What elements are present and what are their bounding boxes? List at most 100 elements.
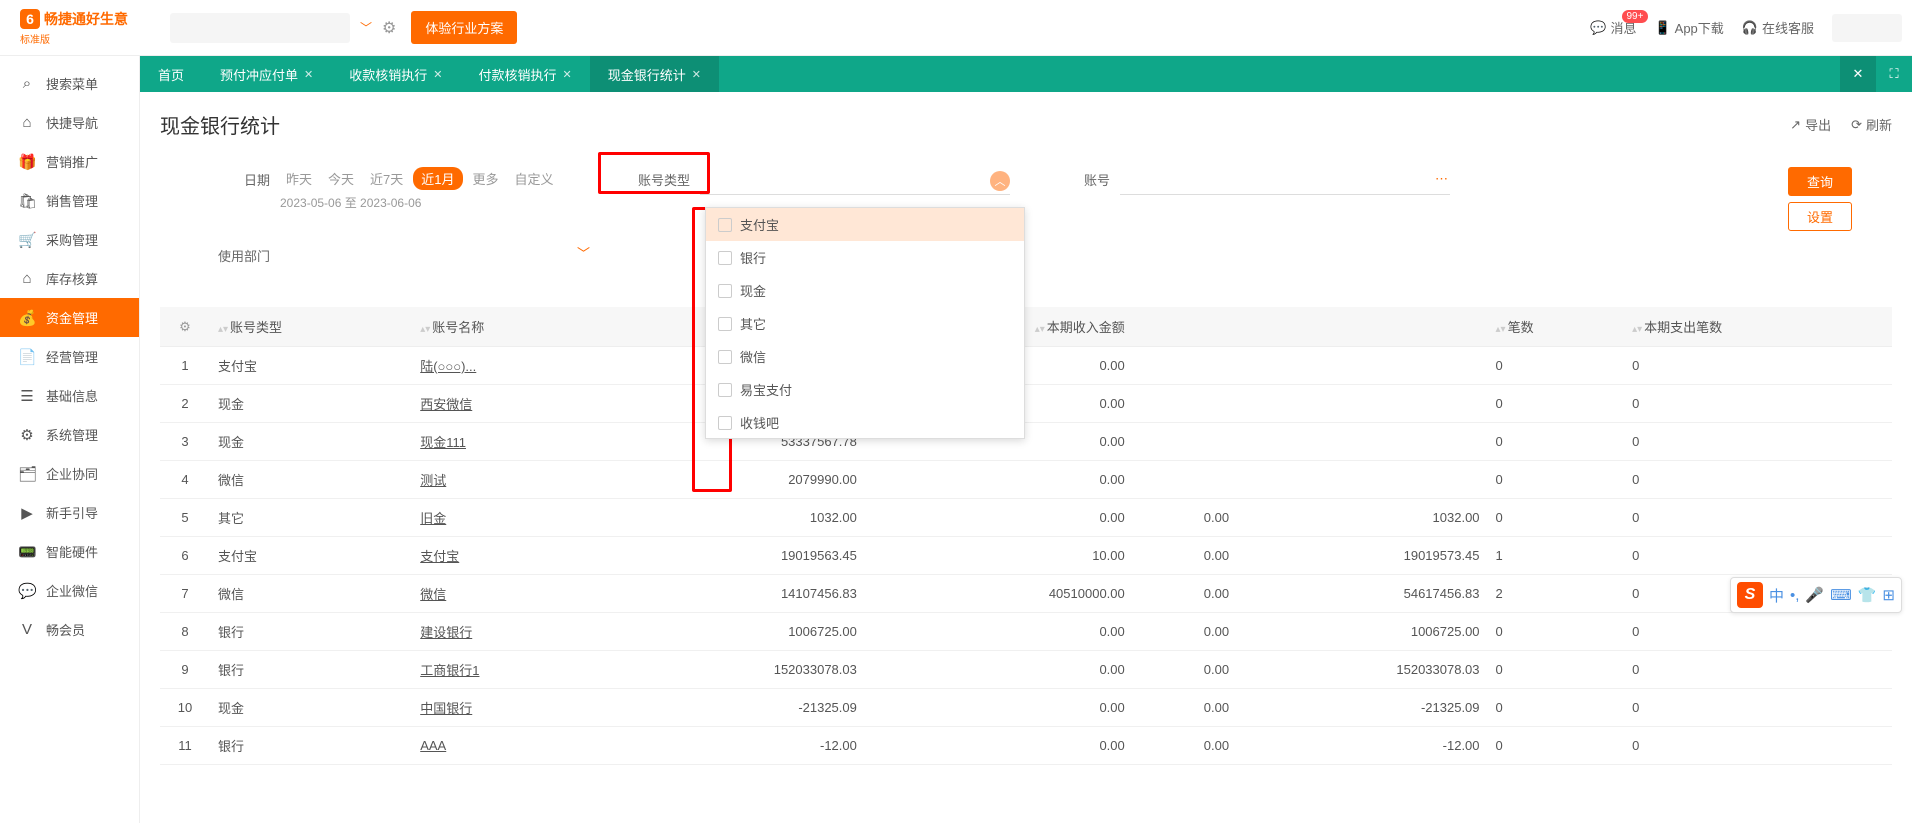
cell-name[interactable]: 中国银行 [412, 689, 614, 727]
cell-name[interactable]: 西安微信 [412, 385, 614, 423]
support-link[interactable]: 🎧 在线客服 [1742, 18, 1814, 37]
sidebar-item[interactable]: ⌕搜索菜单 [0, 64, 139, 103]
cell-prev: 2079990.00 [614, 461, 864, 499]
column-header[interactable]: ▴▾账号名称 [412, 307, 614, 347]
date-range-option[interactable]: 近1月 [413, 167, 462, 190]
table-row: 9 银行 工商银行1 152033078.03 0.00 0.00 152033… [160, 651, 1892, 689]
checkbox[interactable] [718, 251, 732, 265]
date-range-option[interactable]: 今天 [322, 167, 360, 190]
export-button[interactable]: ↗导出 [1790, 115, 1831, 134]
cell-prev: 14107456.83 [614, 575, 864, 613]
cell-type: 现金 [210, 385, 412, 423]
type-collapse-toggle[interactable]: ︿ [990, 171, 1010, 191]
sidebar-item[interactable]: 🛒采购管理 [0, 220, 139, 259]
sidebar: ⌕搜索菜单⌂快捷导航🎁营销推广🛍销售管理🛒采购管理⌂库存核算💰资金管理📄经营管理… [0, 56, 140, 823]
tab[interactable]: 现金银行统计✕ [590, 56, 719, 92]
table-settings-icon[interactable]: ⚙ [160, 307, 210, 347]
sidebar-item[interactable]: 🛍销售管理 [0, 181, 139, 220]
account-type-input[interactable] [700, 167, 1010, 195]
sidebar-item[interactable]: ⌂快捷导航 [0, 103, 139, 142]
cell-name[interactable]: 现金111 [412, 423, 614, 461]
sidebar-item[interactable]: 📟智能硬件 [0, 532, 139, 571]
close-icon[interactable]: ✕ [433, 68, 442, 81]
sidebar-item[interactable]: 📄经营管理 [0, 337, 139, 376]
close-icon[interactable]: ✕ [692, 68, 701, 81]
sidebar-item[interactable]: 💰资金管理 [0, 298, 139, 337]
brand-name: 畅捷通好生意 [44, 9, 128, 29]
tab[interactable]: 收款核销执行✕ [331, 56, 460, 92]
sidebar-item[interactable]: ▶新手引导 [0, 493, 139, 532]
date-range-option[interactable]: 自定义 [509, 167, 560, 190]
tab-close-all-button[interactable]: ✕ [1840, 56, 1876, 92]
cell-count: 2 [1488, 575, 1625, 613]
gear-icon[interactable]: ⚙ [382, 18, 396, 38]
date-range-option[interactable]: 昨天 [280, 167, 318, 190]
dropdown-option[interactable]: 支付宝 [706, 208, 1024, 241]
tab-fullscreen-button[interactable]: ⛶ [1876, 56, 1912, 92]
dept-select[interactable]: ﹀ [280, 243, 590, 263]
ime-lang[interactable]: 中 [1769, 585, 1784, 606]
cell-name[interactable]: 测试 [412, 461, 614, 499]
ime-keyboard-icon[interactable]: ⌨ [1830, 586, 1852, 604]
sidebar-item[interactable]: 🎁营销推广 [0, 142, 139, 181]
checkbox[interactable] [718, 416, 732, 430]
cell-name[interactable]: 建设银行 [412, 613, 614, 651]
column-header[interactable]: ▴▾笔数 [1488, 307, 1625, 347]
query-button[interactable]: 查询 [1788, 167, 1852, 196]
sidebar-item[interactable]: ☰基础信息 [0, 376, 139, 415]
date-range-option[interactable]: 更多 [467, 167, 505, 190]
dropdown-option[interactable]: 其它 [706, 307, 1024, 340]
try-industry-button[interactable]: 体验行业方案 [411, 11, 517, 44]
ime-toolbox-icon[interactable]: ⊞ [1882, 586, 1895, 604]
cell-name[interactable]: 支付宝 [412, 537, 614, 575]
ime-skin-icon[interactable]: 👕 [1858, 586, 1877, 604]
column-header[interactable]: ▴▾账号类型 [210, 307, 412, 347]
ime-punct-icon[interactable]: •, [1790, 587, 1799, 604]
cell-name[interactable]: AAA [412, 727, 614, 765]
cell-name[interactable]: 工商银行1 [412, 651, 614, 689]
dropdown-option[interactable]: 现金 [706, 274, 1024, 307]
sidebar-label: 企业协同 [46, 464, 98, 483]
checkbox[interactable] [718, 350, 732, 364]
ime-mic-icon[interactable]: 🎤 [1805, 586, 1824, 604]
cell-prev: 152033078.03 [614, 651, 864, 689]
checkbox[interactable] [718, 383, 732, 397]
company-selector[interactable]: ﹀ [170, 13, 372, 43]
date-range-option[interactable]: 近7天 [364, 167, 409, 190]
account-input[interactable] [1120, 167, 1450, 195]
acct-more-icon[interactable]: ⋯ [1435, 171, 1450, 187]
dropdown-option[interactable]: 收钱吧 [706, 406, 1024, 438]
checkbox[interactable] [718, 218, 732, 232]
settings-button[interactable]: 设置 [1788, 202, 1852, 231]
sidebar-item[interactable]: ⚙系统管理 [0, 415, 139, 454]
refresh-button[interactable]: ⟳刷新 [1851, 115, 1892, 134]
checkbox[interactable] [718, 284, 732, 298]
sidebar-item[interactable]: 🗂企业协同 [0, 454, 139, 493]
tab[interactable]: 首页 [140, 56, 202, 92]
dropdown-option[interactable]: 银行 [706, 241, 1024, 274]
column-header[interactable] [1133, 307, 1237, 347]
close-icon[interactable]: ✕ [304, 68, 313, 81]
close-icon[interactable]: ✕ [563, 68, 572, 81]
checkbox[interactable] [718, 317, 732, 331]
sidebar-item[interactable]: V畅会员 [0, 610, 139, 649]
avatar[interactable] [1832, 14, 1902, 42]
sidebar-item[interactable]: ⌂库存核算 [0, 259, 139, 298]
top-header: 6 畅捷通好生意 标准版 ﹀ ⚙ 体验行业方案 💬 消息 99+ 📱 App下载… [0, 0, 1912, 56]
app-download-link[interactable]: 📱 App下载 [1654, 18, 1723, 37]
main: 首页预付冲应付单✕收款核销执行✕付款核销执行✕现金银行统计✕ ✕ ⛶ 现金银行统… [140, 56, 1912, 823]
column-header[interactable] [1237, 307, 1487, 347]
messages-link[interactable]: 💬 消息 99+ [1590, 18, 1636, 37]
sidebar-item[interactable]: 💬企业微信 [0, 571, 139, 610]
sidebar-icon: 📄 [18, 348, 36, 366]
sidebar-icon: ⚙ [18, 426, 36, 444]
dropdown-option[interactable]: 微信 [706, 340, 1024, 373]
dropdown-option[interactable]: 易宝支付 [706, 373, 1024, 406]
tab[interactable]: 付款核销执行✕ [460, 56, 589, 92]
sidebar-label: 搜索菜单 [46, 74, 98, 93]
cell-name[interactable]: 微信 [412, 575, 614, 613]
column-header[interactable]: ▴▾本期支出笔数 [1624, 307, 1892, 347]
cell-name[interactable]: 陆(○○○)... [412, 347, 614, 385]
tab[interactable]: 预付冲应付单✕ [202, 56, 331, 92]
cell-name[interactable]: 旧金 [412, 499, 614, 537]
